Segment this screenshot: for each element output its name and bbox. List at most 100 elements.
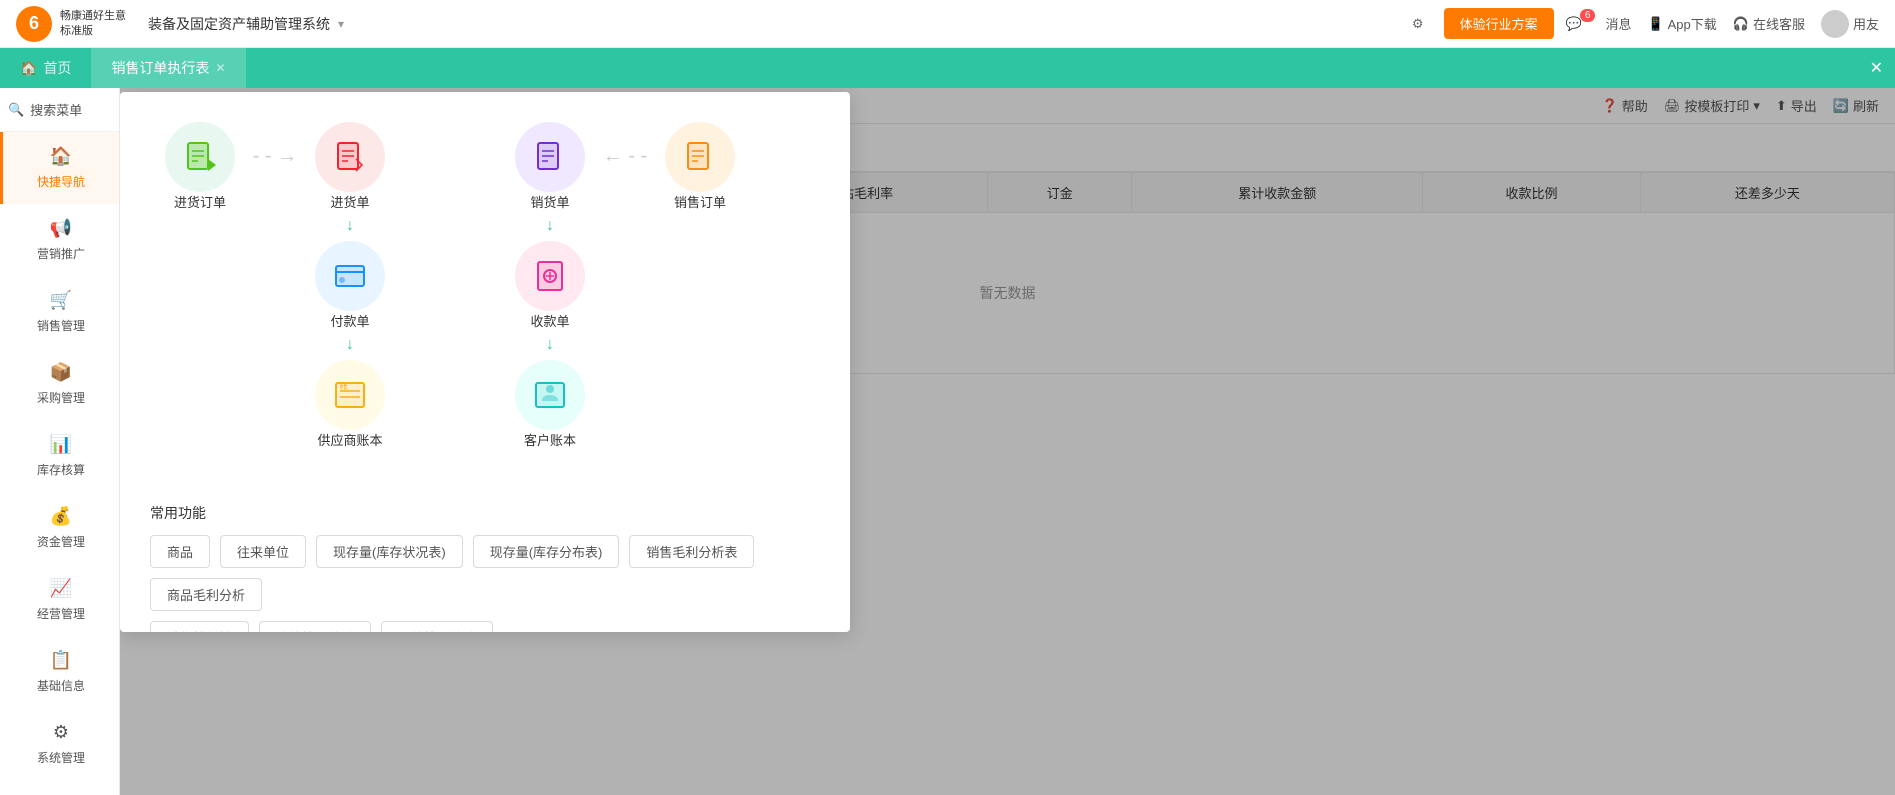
sidebar-item-quick-nav[interactable]: 🏠 快捷导航 — [0, 132, 119, 204]
flow-sales-order[interactable]: 销售订单 — [665, 122, 735, 211]
func-buttons-row1: 商品 往来单位 现存量(库存状况表) 现存量(库存分布表) 销售毛利分析表 商品… — [150, 535, 820, 611]
message-label: 消息 — [1605, 14, 1631, 33]
logo-text: 畅康通好生意 标准版 — [60, 9, 126, 38]
flow-supplier-account[interactable]: 帐 供应商账本 — [315, 360, 385, 449]
purchase-order-circle — [165, 122, 235, 192]
sidebar-item-finance[interactable]: 💰 资金管理 — [0, 492, 119, 564]
marketing-icon: 📢 — [50, 218, 72, 239]
arrow-h2: ← - - — [603, 145, 647, 168]
tab-sales-order-label: 销售订单执行表 — [111, 58, 209, 78]
online-service-button[interactable]: 🎧 在线客服 — [1733, 14, 1805, 33]
supplier-account-label: 供应商账本 — [317, 430, 382, 449]
service-icon: 🎧 — [1733, 16, 1749, 32]
sidebar-item-marketing[interactable]: 📢 营销推广 — [0, 204, 119, 276]
flow-purchase-order[interactable]: 进货订单 — [165, 122, 235, 211]
sidebar: 🔍 搜索菜单 🏠 快捷导航 📢 营销推广 🛒 销售管理 📦 采购管理 📊 — [0, 88, 120, 795]
sidebar-item-collab[interactable]: 🤝 企业协同 — [0, 780, 119, 795]
payment-bill-circle — [315, 241, 385, 311]
arrow-h1: - - → — [253, 145, 297, 168]
func-btn-sales-profit[interactable]: 销售毛利分析表 — [629, 535, 754, 568]
sidebar-item-marketing-label: 营销推广 — [37, 245, 85, 262]
message-icon: 💬 — [1566, 16, 1582, 32]
download-icon: 📱 — [1647, 16, 1663, 32]
arrow-v1: ↓ — [346, 217, 354, 235]
sidebar-item-system-label: 系统管理 — [37, 749, 85, 766]
func-btn-stock-dist[interactable]: 现存量(库存分布表) — [473, 535, 620, 568]
flow-payment-bill[interactable]: 付款单 — [315, 241, 385, 330]
dropdown-arrow-icon[interactable]: ▾ — [338, 17, 344, 31]
message-button[interactable]: 💬 6 消息 — [1566, 14, 1632, 33]
arrow-v3: ↓ — [346, 336, 354, 354]
search-menu[interactable]: 🔍 搜索菜单 — [0, 88, 119, 132]
logo-area: 6 畅康通好生意 标准版 — [16, 6, 136, 42]
ops-icon: 📈 — [50, 578, 72, 599]
search-icon: 🔍 — [8, 102, 24, 118]
flow-purchase-bill[interactable]: 进货单 — [315, 122, 385, 211]
user-avatar — [1821, 10, 1849, 38]
func-btn-goods-profit[interactable]: 商品毛利分析 — [150, 578, 262, 611]
sidebar-item-inventory-label: 库存核算 — [37, 461, 85, 478]
sales-icon: 🛒 — [50, 290, 72, 311]
app-download-label: App下载 — [1668, 14, 1717, 33]
receipt-bill-label: 收款单 — [530, 311, 569, 330]
flow-customer-account[interactable]: 客户账本 — [515, 360, 585, 449]
sales-bill-circle — [515, 122, 585, 192]
sidebar-item-quick-nav-label: 快捷导航 — [37, 173, 85, 190]
purchase-bill-label: 进货单 — [330, 192, 369, 211]
arrow-v2: ↓ — [546, 217, 554, 235]
sidebar-item-basic[interactable]: 📋 基础信息 — [0, 636, 119, 708]
system-icon: ⚙ — [53, 722, 69, 743]
sidebar-item-system[interactable]: ⚙ 系统管理 — [0, 708, 119, 780]
func-btn-stock-status[interactable]: 现存量(库存状况表) — [316, 535, 463, 568]
sales-order-label: 销售订单 — [674, 192, 726, 211]
sidebar-item-finance-label: 资金管理 — [37, 533, 85, 550]
finance-icon: 💰 — [50, 506, 72, 527]
nav-close-icon[interactable]: ✕ — [1870, 58, 1883, 78]
tab-home[interactable]: 🏠 首页 — [0, 48, 91, 88]
tab-close-icon[interactable]: ✕ — [215, 61, 225, 75]
main-content: 🔍 搜索菜单 🏠 快捷导航 📢 营销推广 🛒 销售管理 📦 采购管理 📊 — [0, 88, 1895, 795]
user-area[interactable]: 用友 — [1821, 10, 1879, 38]
func-buttons-row2: 销售排行榜 收款情况统计 付款情况统计 — [150, 621, 820, 632]
tab-sales-order[interactable]: 销售订单执行表 ✕ — [91, 48, 245, 88]
system-name: 装备及固定资产辅助管理系统 — [148, 14, 330, 34]
arrow-v4: ↓ — [546, 336, 554, 354]
customer-account-label: 客户账本 — [524, 430, 576, 449]
home-icon: 🏠 — [20, 60, 37, 77]
basic-icon: 📋 — [50, 650, 72, 671]
common-funcs-title: 常用功能 — [150, 503, 820, 523]
common-funcs-area: 常用功能 商品 往来单位 现存量(库存状况表) 现存量(库存分布表) 销售毛利分… — [150, 503, 820, 632]
popup-overlay: 进货订单 - - → 进货单 — [120, 88, 1895, 795]
receipt-bill-circle — [515, 241, 585, 311]
sidebar-item-purchase-label: 采购管理 — [37, 389, 85, 406]
search-menu-label: 搜索菜单 — [30, 100, 82, 119]
inventory-icon: 📊 — [50, 434, 72, 455]
top-right-area: 💬 6 消息 📱 App下载 🎧 在线客服 用友 — [1566, 10, 1879, 38]
sidebar-item-basic-label: 基础信息 — [37, 677, 85, 694]
experience-button[interactable]: 体验行业方案 — [1444, 8, 1554, 39]
logo-icon: 6 — [16, 6, 52, 42]
settings-icon[interactable]: ⚙ — [1404, 10, 1432, 38]
func-btn-sales-ranking[interactable]: 销售排行榜 — [150, 621, 249, 632]
func-btn-receipt-stats[interactable]: 收款情况统计 — [259, 621, 371, 632]
app-download-button[interactable]: 📱 App下载 — [1647, 14, 1716, 33]
purchase-bill-circle — [315, 122, 385, 192]
sidebar-item-ops-label: 经营管理 — [37, 605, 85, 622]
supplier-account-circle: 帐 — [315, 360, 385, 430]
popup-box: 进货订单 - - → 进货单 — [120, 92, 850, 632]
user-name: 用友 — [1853, 14, 1879, 33]
sales-order-circle — [665, 122, 735, 192]
sidebar-item-purchase[interactable]: 📦 采购管理 — [0, 348, 119, 420]
tab-home-label: 首页 — [43, 58, 71, 78]
sidebar-item-inventory[interactable]: 📊 库存核算 — [0, 420, 119, 492]
func-btn-payment-stats[interactable]: 付款情况统计 — [381, 621, 493, 632]
customer-account-circle — [515, 360, 585, 430]
sidebar-item-ops[interactable]: 📈 经营管理 — [0, 564, 119, 636]
purchase-order-label: 进货订单 — [174, 192, 226, 211]
flow-receipt-bill[interactable]: 收款单 — [515, 241, 585, 330]
func-btn-goods[interactable]: 商品 — [150, 535, 210, 568]
sidebar-item-sales[interactable]: 🛒 销售管理 — [0, 276, 119, 348]
flow-sales-bill[interactable]: 销货单 — [515, 122, 585, 211]
func-btn-contacts[interactable]: 往来单位 — [220, 535, 306, 568]
purchase-icon: 📦 — [50, 362, 72, 383]
